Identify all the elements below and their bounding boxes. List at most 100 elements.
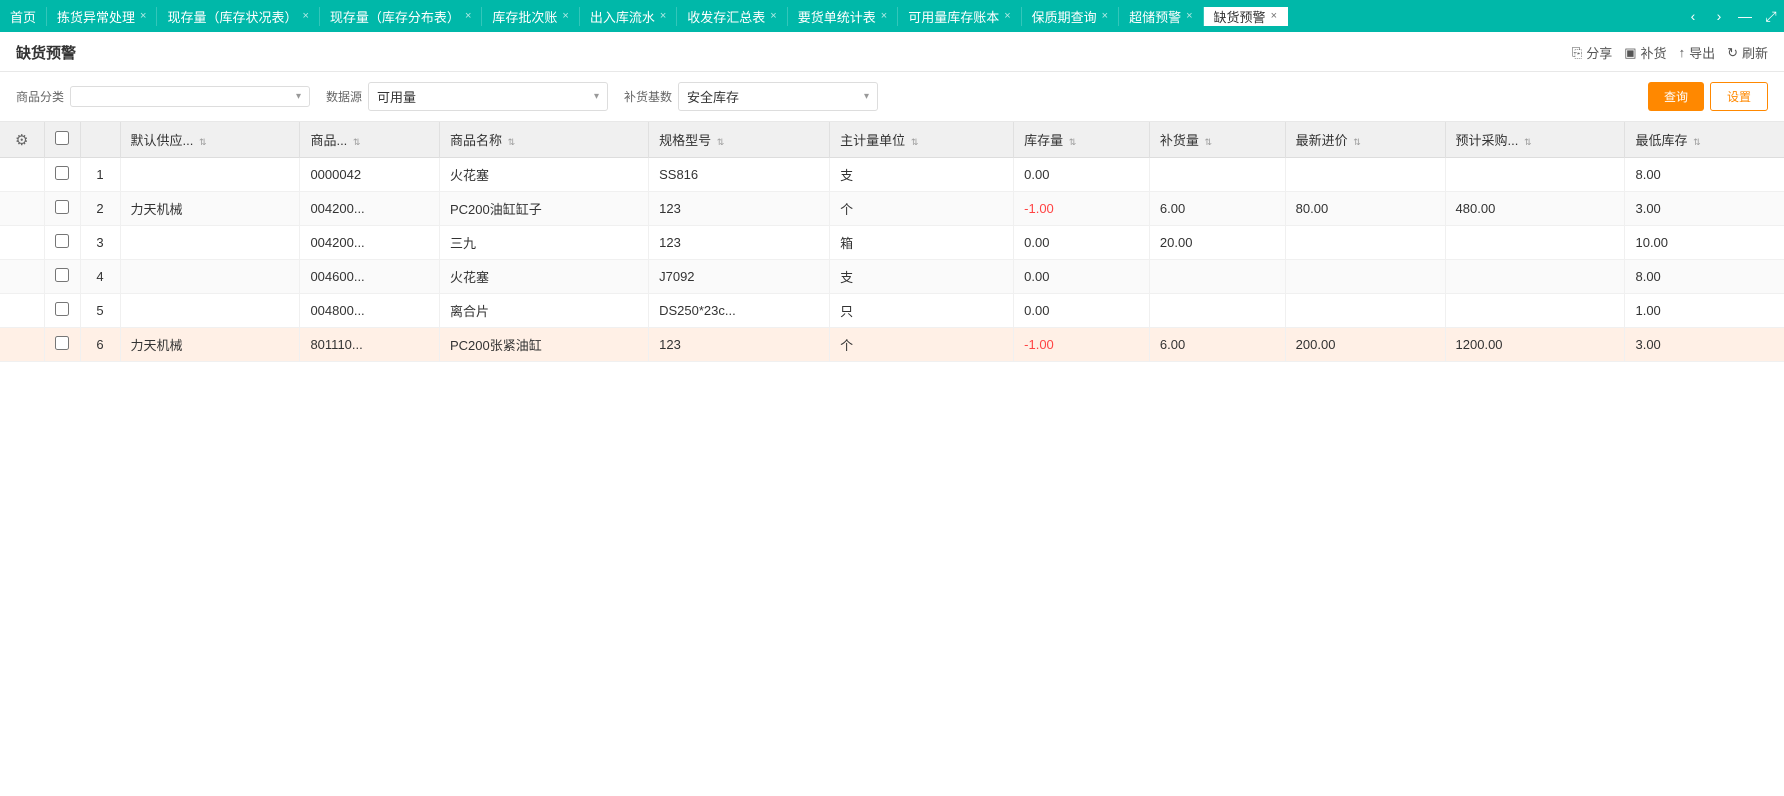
row-checkbox-4[interactable] bbox=[55, 302, 69, 316]
tab-shortage-warning[interactable]: 缺货预警× bbox=[1204, 7, 1288, 26]
col-stock-qty-sort-icon[interactable]: ⇅ bbox=[1069, 137, 1077, 147]
share-button[interactable]: ⎘ 分享 bbox=[1572, 43, 1612, 62]
replenish-base-select[interactable]: 安全库存 ▾ bbox=[678, 82, 878, 111]
table-row: 3 004200... 三九 123 箱 0.00 20.00 10.00 bbox=[0, 226, 1784, 260]
row-stock-qty-4: 0.00 bbox=[1014, 294, 1150, 328]
data-table: ⚙ 默认供应... ⇅ 商品... ⇅ 商品名称 bbox=[0, 122, 1784, 362]
row-min-stock-3: 8.00 bbox=[1625, 260, 1784, 294]
col-replenish-qty-sort-icon[interactable]: ⇅ bbox=[1205, 137, 1213, 147]
row-checkbox-2[interactable] bbox=[55, 234, 69, 248]
tab-home[interactable]: 首页 bbox=[0, 7, 47, 26]
row-product-name-0: 火花塞 bbox=[439, 158, 648, 192]
datasource-filter-group: 数据源 可用量 ▾ bbox=[326, 82, 608, 111]
row-check-0[interactable] bbox=[44, 158, 80, 192]
refresh-button[interactable]: ↻ 刷新 bbox=[1727, 43, 1768, 62]
col-product-name: 商品名称 ⇅ bbox=[439, 122, 648, 158]
tab-receipt-summary[interactable]: 收发存汇总表× bbox=[677, 7, 787, 26]
table-container: ⚙ 默认供应... ⇅ 商品... ⇅ 商品名称 bbox=[0, 122, 1784, 362]
table-row: 5 004800... 离合片 DS250*23c... 只 0.00 1.00 bbox=[0, 294, 1784, 328]
row-estimated-purchase-0 bbox=[1445, 158, 1625, 192]
row-spec-2: 123 bbox=[649, 226, 830, 260]
tab-label-exception: 拣货异常处理 bbox=[57, 7, 135, 26]
row-check-4[interactable] bbox=[44, 294, 80, 328]
tab-close-shortage-warning[interactable]: × bbox=[1271, 10, 1277, 22]
tab-close-inventory-dist[interactable]: × bbox=[465, 10, 471, 22]
tab-label-home: 首页 bbox=[10, 7, 36, 26]
table-gear-icon[interactable]: ⚙ bbox=[15, 132, 28, 149]
row-product-name-5: PC200张紧油缸 bbox=[439, 328, 648, 362]
row-unit-1: 个 bbox=[830, 192, 1014, 226]
row-latest-price-1: 80.00 bbox=[1285, 192, 1445, 226]
tab-close-demand-stat[interactable]: × bbox=[881, 10, 887, 22]
row-latest-price-3 bbox=[1285, 260, 1445, 294]
row-checkbox-1[interactable] bbox=[55, 200, 69, 214]
tab-inventory-status[interactable]: 现存量（库存状况表）× bbox=[157, 7, 319, 26]
row-gear-0 bbox=[0, 158, 44, 192]
tab-inout-flow[interactable]: 出入库流水 × bbox=[580, 7, 677, 26]
row-check-5[interactable] bbox=[44, 328, 80, 362]
tab-scroll-left[interactable]: ‹ bbox=[1680, 0, 1706, 32]
tab-inventory-dist[interactable]: 现存量（库存分布表）× bbox=[320, 7, 482, 26]
tab-minimize[interactable]: — bbox=[1732, 0, 1758, 32]
category-select[interactable]: ▾ bbox=[70, 86, 310, 107]
col-min-stock-sort-icon[interactable]: ⇅ bbox=[1693, 137, 1701, 147]
col-min-stock: 最低库存 ⇅ bbox=[1625, 122, 1784, 158]
select-all-checkbox[interactable] bbox=[55, 131, 69, 145]
tab-close-inventory-status[interactable]: × bbox=[302, 10, 308, 22]
query-button[interactable]: 查询 bbox=[1648, 82, 1704, 111]
row-gear-3 bbox=[0, 260, 44, 294]
row-supplier-5: 力天机械 bbox=[120, 328, 300, 362]
tab-close-available-ledger[interactable]: × bbox=[1004, 10, 1010, 22]
col-product-name-sort-icon[interactable]: ⇅ bbox=[508, 137, 516, 147]
row-spec-3: J7092 bbox=[649, 260, 830, 294]
replenish-icon: ▣ bbox=[1624, 45, 1636, 61]
row-latest-price-4 bbox=[1285, 294, 1445, 328]
col-spec-model-sort-icon[interactable]: ⇅ bbox=[717, 137, 725, 147]
tab-exception[interactable]: 拣货异常处理 × bbox=[47, 7, 157, 26]
tab-close-exception[interactable]: × bbox=[140, 10, 146, 22]
main-content: 缺货预警 ⎘ 分享 ▣ 补货 ↑ 导出 ↻ 刷新 商品分类 bbox=[0, 32, 1784, 796]
row-stock-qty-1: -1.00 bbox=[1014, 192, 1150, 226]
row-gear-4 bbox=[0, 294, 44, 328]
col-number bbox=[80, 122, 120, 158]
row-checkbox-3[interactable] bbox=[55, 268, 69, 282]
tab-available-ledger[interactable]: 可用量库存账本× bbox=[898, 7, 1021, 26]
tab-close-overstock-warning[interactable]: × bbox=[1186, 10, 1192, 22]
row-number-1: 2 bbox=[80, 192, 120, 226]
tab-expiry-query[interactable]: 保质期查询× bbox=[1022, 7, 1119, 26]
settings-button[interactable]: 设置 bbox=[1710, 82, 1768, 111]
row-checkbox-5[interactable] bbox=[55, 336, 69, 350]
row-checkbox-0[interactable] bbox=[55, 166, 69, 180]
tab-close-expiry-query[interactable]: × bbox=[1102, 10, 1108, 22]
col-default-supplier-sort-icon[interactable]: ⇅ bbox=[199, 137, 207, 147]
row-check-1[interactable] bbox=[44, 192, 80, 226]
row-supplier-4 bbox=[120, 294, 300, 328]
col-unit-sort-icon[interactable]: ⇅ bbox=[911, 137, 919, 147]
tab-close-receipt-summary[interactable]: × bbox=[770, 10, 776, 22]
datasource-select[interactable]: 可用量 ▾ bbox=[368, 82, 608, 111]
tab-maximize[interactable]: ⤢ bbox=[1758, 0, 1784, 32]
tab-demand-stat[interactable]: 要货单统计表× bbox=[788, 7, 898, 26]
tab-scroll-right[interactable]: › bbox=[1706, 0, 1732, 32]
row-unit-5: 个 bbox=[830, 328, 1014, 362]
tab-overstock-warning[interactable]: 超储预警× bbox=[1119, 7, 1203, 26]
row-number-2: 3 bbox=[80, 226, 120, 260]
tab-close-inout-flow[interactable]: × bbox=[660, 10, 666, 22]
col-estimated-purchase-sort-icon[interactable]: ⇅ bbox=[1524, 137, 1532, 147]
row-check-3[interactable] bbox=[44, 260, 80, 294]
row-check-2[interactable] bbox=[44, 226, 80, 260]
col-product-code: 商品... ⇅ bbox=[300, 122, 440, 158]
tab-batch-account[interactable]: 库存批次账× bbox=[482, 7, 579, 26]
row-replenish-qty-4 bbox=[1149, 294, 1285, 328]
col-latest-price-sort-icon[interactable]: ⇅ bbox=[1353, 137, 1361, 147]
tab-label-inout-flow: 出入库流水 bbox=[590, 7, 655, 26]
export-button[interactable]: ↑ 导出 bbox=[1679, 43, 1716, 62]
row-latest-price-5: 200.00 bbox=[1285, 328, 1445, 362]
tab-nav-buttons: ‹ › — ⤢ bbox=[1680, 0, 1784, 32]
col-product-code-sort-icon[interactable]: ⇅ bbox=[353, 137, 361, 147]
row-gear-1 bbox=[0, 192, 44, 226]
replenish-button[interactable]: ▣ 补货 bbox=[1624, 43, 1666, 62]
row-min-stock-4: 1.00 bbox=[1625, 294, 1784, 328]
row-estimated-purchase-2 bbox=[1445, 226, 1625, 260]
tab-close-batch-account[interactable]: × bbox=[562, 10, 568, 22]
